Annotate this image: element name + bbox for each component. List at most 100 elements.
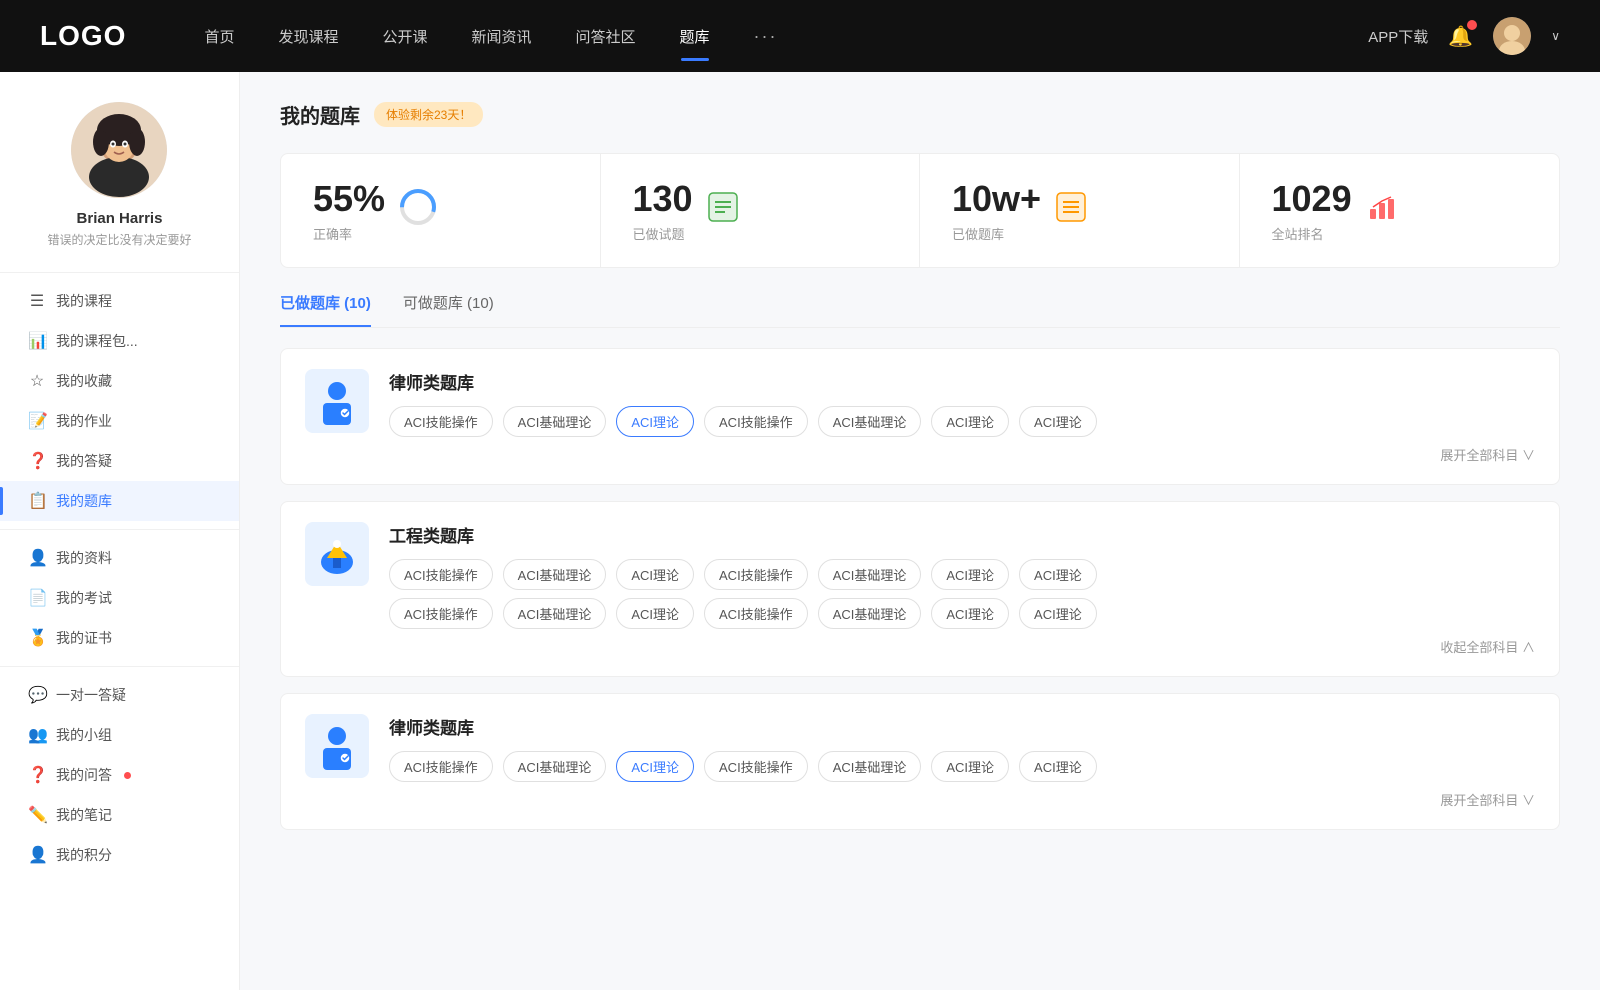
engineering-collapse-btn[interactable]: 收起全部科目 ∧ xyxy=(389,637,1535,656)
eng-tag-r1-6[interactable]: ACI理论 xyxy=(1019,559,1097,590)
notification-badge xyxy=(1467,20,1477,30)
lawyer-tags: ACI技能操作 ACI基础理论 ACI理论 ACI技能操作 ACI基础理论 AC… xyxy=(389,406,1535,437)
category-card-lawyer: 律师类题库 ACI技能操作 ACI基础理论 ACI理论 ACI技能操作 ACI基… xyxy=(280,348,1560,485)
nav-qa[interactable]: 问答社区 xyxy=(558,20,654,53)
lawyer2-tag-6[interactable]: ACI理论 xyxy=(1019,751,1097,782)
stat-accuracy-label: 正确率 xyxy=(313,224,385,243)
user-avatar[interactable] xyxy=(1493,17,1531,55)
sidebar-item-tutoring[interactable]: 💬 一对一答疑 xyxy=(0,675,239,715)
favorites-icon: ☆ xyxy=(28,371,46,391)
lawyer2-content: 律师类题库 ACI技能操作 ACI基础理论 ACI理论 ACI技能操作 ACI基… xyxy=(389,714,1535,809)
eng-tag-r1-4[interactable]: ACI基础理论 xyxy=(818,559,922,590)
nav-discover[interactable]: 发现课程 xyxy=(260,20,356,53)
sidebar-menu: ☰ 我的课程 📊 我的课程包... ☆ 我的收藏 📝 我的作业 ❓ 我的答疑 📋 xyxy=(0,281,239,895)
lawyer-icon xyxy=(313,377,361,425)
engineering-tags-row2: ACI技能操作 ACI基础理论 ACI理论 ACI技能操作 ACI基础理论 AC… xyxy=(389,598,1535,629)
lawyer2-tag-1[interactable]: ACI基础理论 xyxy=(503,751,607,782)
page-header: 我的题库 体验剩余23天！ xyxy=(280,100,1560,129)
notification-bell[interactable]: 🔔 xyxy=(1448,24,1473,49)
stat-rank-label: 全站排名 xyxy=(1272,224,1352,243)
sidebar-item-profile[interactable]: 👤 我的资料 xyxy=(0,538,239,578)
user-menu-chevron[interactable]: ∨ xyxy=(1551,29,1560,43)
lawyer-tag-3[interactable]: ACI技能操作 xyxy=(704,406,808,437)
engineering-tags-row1: ACI技能操作 ACI基础理论 ACI理论 ACI技能操作 ACI基础理论 AC… xyxy=(389,559,1535,590)
stat-done-questions: 130 已做试题 xyxy=(601,154,921,267)
eng-tag-r2-6[interactable]: ACI理论 xyxy=(1019,598,1097,629)
nav-more[interactable]: ··· xyxy=(736,20,796,53)
lawyer2-icon xyxy=(313,722,361,770)
sidebar-item-certificate[interactable]: 🏅 我的证书 xyxy=(0,618,239,658)
engineering-title: 工程类题库 xyxy=(389,522,1535,547)
sidebar-divider-top xyxy=(0,272,239,273)
sidebar-item-course-package[interactable]: 📊 我的课程包... xyxy=(0,321,239,361)
sidebar-item-my-qa[interactable]: ❓ 我的问答 xyxy=(0,755,239,795)
stat-done-banks: 10w+ 已做题库 xyxy=(920,154,1240,267)
nav-logo: LOGO xyxy=(40,20,126,52)
course-icon: ☰ xyxy=(28,291,46,311)
category-lawyer-header: 律师类题库 ACI技能操作 ACI基础理论 ACI理论 ACI技能操作 ACI基… xyxy=(305,369,1535,464)
app-download-button[interactable]: APP下载 xyxy=(1368,26,1428,47)
lawyer2-tag-5[interactable]: ACI理论 xyxy=(931,751,1009,782)
lawyer-expand-btn[interactable]: 展开全部科目 ∨ xyxy=(389,445,1535,464)
stat-banks-label: 已做题库 xyxy=(952,224,1041,243)
stat-done-content: 130 已做试题 xyxy=(633,178,693,243)
lawyer2-tag-4[interactable]: ACI基础理论 xyxy=(818,751,922,782)
sidebar-item-group[interactable]: 👥 我的小组 xyxy=(0,715,239,755)
question-bank-tabs: 已做题库 (10) 可做题库 (10) xyxy=(280,292,1560,328)
lawyer-tag-5[interactable]: ACI理论 xyxy=(931,406,1009,437)
lawyer-tag-2[interactable]: ACI理论 xyxy=(616,406,694,437)
eng-tag-r2-4[interactable]: ACI基础理论 xyxy=(818,598,922,629)
sidebar-item-points[interactable]: 👤 我的积分 xyxy=(0,835,239,875)
trial-badge: 体验剩余23天！ xyxy=(374,102,483,127)
lawyer-tag-0[interactable]: ACI技能操作 xyxy=(389,406,493,437)
course-package-icon: 📊 xyxy=(28,331,46,351)
lawyer-tag-6[interactable]: ACI理论 xyxy=(1019,406,1097,437)
eng-tag-r1-2[interactable]: ACI理论 xyxy=(616,559,694,590)
sidebar-item-qa[interactable]: ❓ 我的答疑 xyxy=(0,441,239,481)
sidebar-item-question-bank[interactable]: 📋 我的题库 xyxy=(0,481,239,521)
eng-tag-r2-0[interactable]: ACI技能操作 xyxy=(389,598,493,629)
eng-tag-r2-5[interactable]: ACI理论 xyxy=(931,598,1009,629)
nav-questions[interactable]: 题库 xyxy=(662,20,728,53)
nav-home[interactable]: 首页 xyxy=(186,20,252,53)
eng-tag-r1-1[interactable]: ACI基础理论 xyxy=(503,559,607,590)
sidebar-item-favorites[interactable]: ☆ 我的收藏 xyxy=(0,361,239,401)
sidebar: Brian Harris 错误的决定比没有决定要好 ☰ 我的课程 📊 我的课程包… xyxy=(0,72,240,990)
lawyer-tag-4[interactable]: ACI基础理论 xyxy=(818,406,922,437)
eng-tag-r1-3[interactable]: ACI技能操作 xyxy=(704,559,808,590)
stat-rank: 1029 全站排名 xyxy=(1240,154,1560,267)
lawyer2-tag-3[interactable]: ACI技能操作 xyxy=(704,751,808,782)
engineering-icon xyxy=(313,530,361,578)
nav-open-course[interactable]: 公开课 xyxy=(364,20,445,53)
lawyer2-title: 律师类题库 xyxy=(389,714,1535,739)
eng-tag-r2-1[interactable]: ACI基础理论 xyxy=(503,598,607,629)
sidebar-user-name: Brian Harris xyxy=(77,210,163,227)
eng-tag-r2-3[interactable]: ACI技能操作 xyxy=(704,598,808,629)
sidebar-item-exam[interactable]: 📄 我的考试 xyxy=(0,578,239,618)
eng-tag-r1-5[interactable]: ACI理论 xyxy=(931,559,1009,590)
lawyer-tag-1[interactable]: ACI基础理论 xyxy=(503,406,607,437)
tab-todo[interactable]: 可做题库 (10) xyxy=(403,292,494,327)
eng-tag-r1-0[interactable]: ACI技能操作 xyxy=(389,559,493,590)
sidebar-item-my-course[interactable]: ☰ 我的课程 xyxy=(0,281,239,321)
eng-tag-r2-2[interactable]: ACI理论 xyxy=(616,598,694,629)
nav-right: APP下载 🔔 ∨ xyxy=(1368,17,1560,55)
category-engineering-header: 工程类题库 ACI技能操作 ACI基础理论 ACI理论 ACI技能操作 ACI基… xyxy=(305,522,1535,656)
nav-items: 首页 发现课程 公开课 新闻资讯 问答社区 题库 ··· xyxy=(186,20,1368,53)
qa-notification-badge xyxy=(124,772,131,779)
qa-icon: ❓ xyxy=(28,451,46,471)
lawyer2-tag-2[interactable]: ACI理论 xyxy=(616,751,694,782)
accuracy-chart-icon xyxy=(399,188,437,233)
profile-icon: 👤 xyxy=(28,548,46,568)
lawyer-icon-wrap xyxy=(305,369,369,433)
lawyer2-expand-btn[interactable]: 展开全部科目 ∨ xyxy=(389,790,1535,809)
tab-done[interactable]: 已做题库 (10) xyxy=(280,292,371,327)
nav-news[interactable]: 新闻资讯 xyxy=(454,20,550,53)
lawyer2-tag-0[interactable]: ACI技能操作 xyxy=(389,751,493,782)
sidebar-item-notes[interactable]: ✏️ 我的笔记 xyxy=(0,795,239,835)
stat-done-number: 130 xyxy=(633,178,693,220)
sidebar-item-homework[interactable]: 📝 我的作业 xyxy=(0,401,239,441)
homework-icon: 📝 xyxy=(28,411,46,431)
sidebar-profile: Brian Harris 错误的决定比没有决定要好 xyxy=(47,72,191,264)
stat-accuracy-number: 55% xyxy=(313,178,385,220)
